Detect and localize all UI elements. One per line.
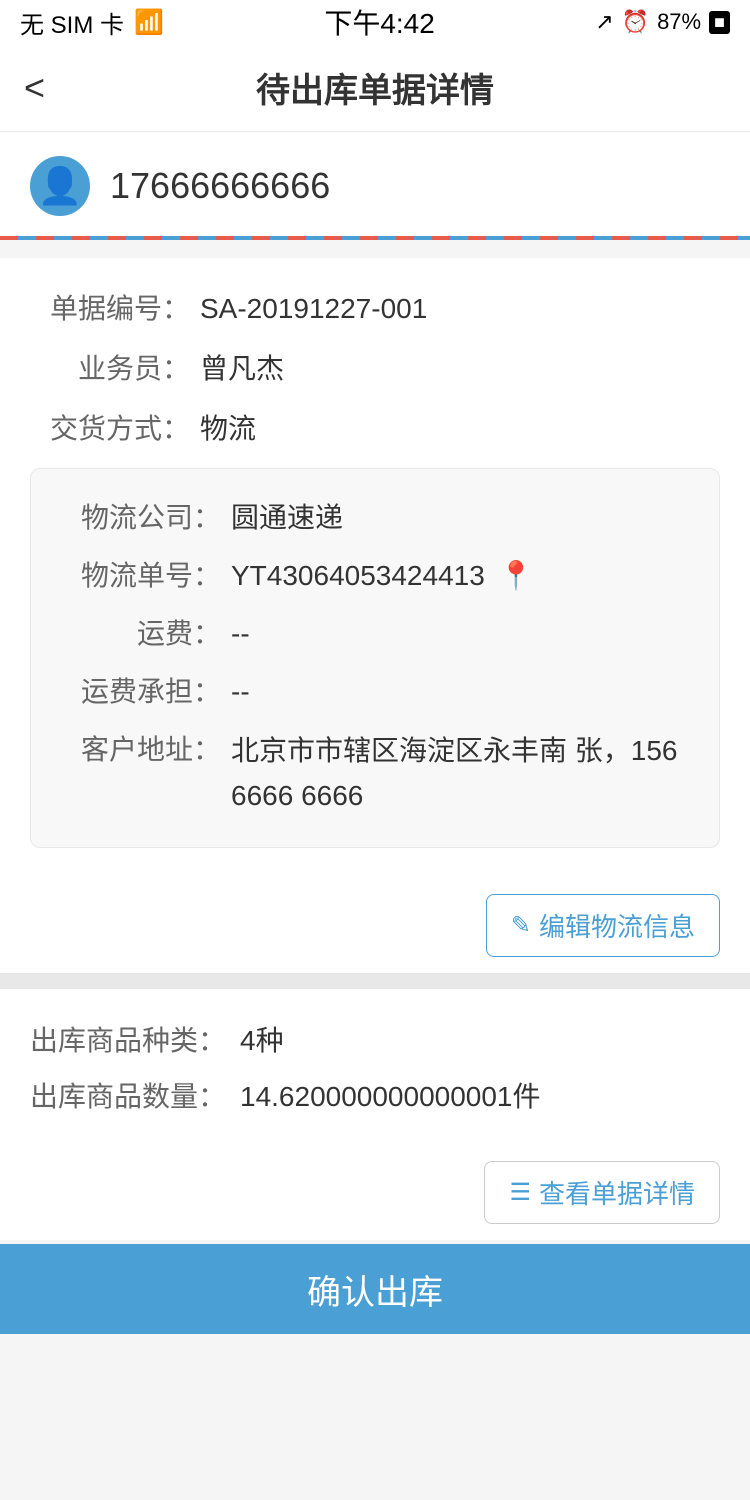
order-info-section: 单据编号： SA-20191227-001 业务员： 曾凡杰 交货方式： 物流 … [0,258,750,878]
product-quantity-row: 出库商品数量： 14.620000000000001件 [30,1075,720,1115]
salesman-label: 业务员： [30,348,190,390]
salesman-row: 业务员： 曾凡杰 [30,348,720,390]
location-pin-icon[interactable]: 📍 [499,555,534,597]
product-type-row: 出库商品种类： 4种 [30,1019,720,1059]
avatar: 👤 [30,156,90,216]
freight-bearer-value: -- [231,671,689,713]
tracking-number-text: YT43064053424413 [231,555,485,597]
view-detail-label: 查看单据详情 [539,1174,695,1211]
logistics-card: 物流公司： 圆通速递 物流单号： YT43064053424413 📍 运费： … [30,468,720,848]
address-value: 北京市市辖区海淀区永丰南 张，156 6666 6666 [231,729,689,819]
list-icon: ☰ [509,1178,531,1207]
status-bar: 无 SIM 卡 📶 下午4:42 ↗ ⏰ 87% ■ [0,0,750,44]
confirm-button-bar[interactable]: 确认出库 [0,1244,750,1334]
time-display: 下午4:42 [324,2,435,42]
user-icon: 👤 [38,165,83,207]
product-section: 出库商品种类： 4种 出库商品数量： 14.620000000000001件 [0,989,750,1145]
view-detail-button[interactable]: ☰ 查看单据详情 [484,1161,720,1224]
delivery-row: 交货方式： 物流 [30,408,720,450]
address-row: 客户地址： 北京市市辖区海淀区永丰南 张，156 6666 6666 [61,729,689,819]
wifi-icon: 📶 [134,8,164,37]
alarm-icon: ⏰ [622,9,649,35]
carrier-text: 无 SIM 卡 [20,5,124,40]
logistics-tracking-value: YT43064053424413 📍 [231,555,689,597]
product-type-value: 4种 [240,1019,284,1059]
dashed-divider [0,236,750,240]
address-label: 客户地址： [61,729,221,771]
section-divider [0,973,750,989]
salesman-value: 曾凡杰 [200,348,720,390]
view-detail-container: ☰ 查看单据详情 [0,1145,750,1240]
logistics-tracking-row: 物流单号： YT43064053424413 📍 [61,555,689,597]
delivery-label: 交货方式： [30,408,190,450]
logistics-company-label: 物流公司： [61,497,221,539]
freight-value: -- [231,613,689,655]
user-phone: 17666666666 [110,165,330,207]
user-card: 👤 17666666666 [0,132,750,240]
status-right: ↗ ⏰ 87% ■ [595,9,730,35]
nav-bar: < 待出库单据详情 [0,44,750,132]
freight-bearer-label: 运费承担： [61,671,221,713]
product-quantity-value: 14.620000000000001件 [240,1075,541,1115]
logistics-tracking-label: 物流单号： [61,555,221,597]
status-left: 无 SIM 卡 📶 [20,5,164,40]
page-title: 待出库单据详情 [256,63,494,112]
freight-row: 运费： -- [61,613,689,655]
edit-icon: ✎ [511,911,531,940]
confirm-btn-label: 确认出库 [307,1265,443,1314]
edit-btn-container: ✎ 编辑物流信息 [0,878,750,973]
edit-btn-label: 编辑物流信息 [539,907,695,944]
freight-bearer-row: 运费承担： -- [61,671,689,713]
order-number-label: 单据编号： [30,288,190,330]
logistics-company-value: 圆通速递 [231,497,689,539]
battery-text: 87% [657,9,701,35]
back-button[interactable]: < [24,67,45,109]
edit-logistics-button[interactable]: ✎ 编辑物流信息 [486,894,720,957]
product-quantity-label: 出库商品数量： [30,1075,230,1115]
freight-label: 运费： [61,613,221,655]
product-type-label: 出库商品种类： [30,1019,230,1059]
logistics-company-row: 物流公司： 圆通速递 [61,497,689,539]
delivery-value: 物流 [200,408,720,450]
order-number-value: SA-20191227-001 [200,288,720,330]
location-icon: ↗ [595,9,613,35]
battery-icon: ■ [709,11,730,34]
order-number-row: 单据编号： SA-20191227-001 [30,288,720,330]
